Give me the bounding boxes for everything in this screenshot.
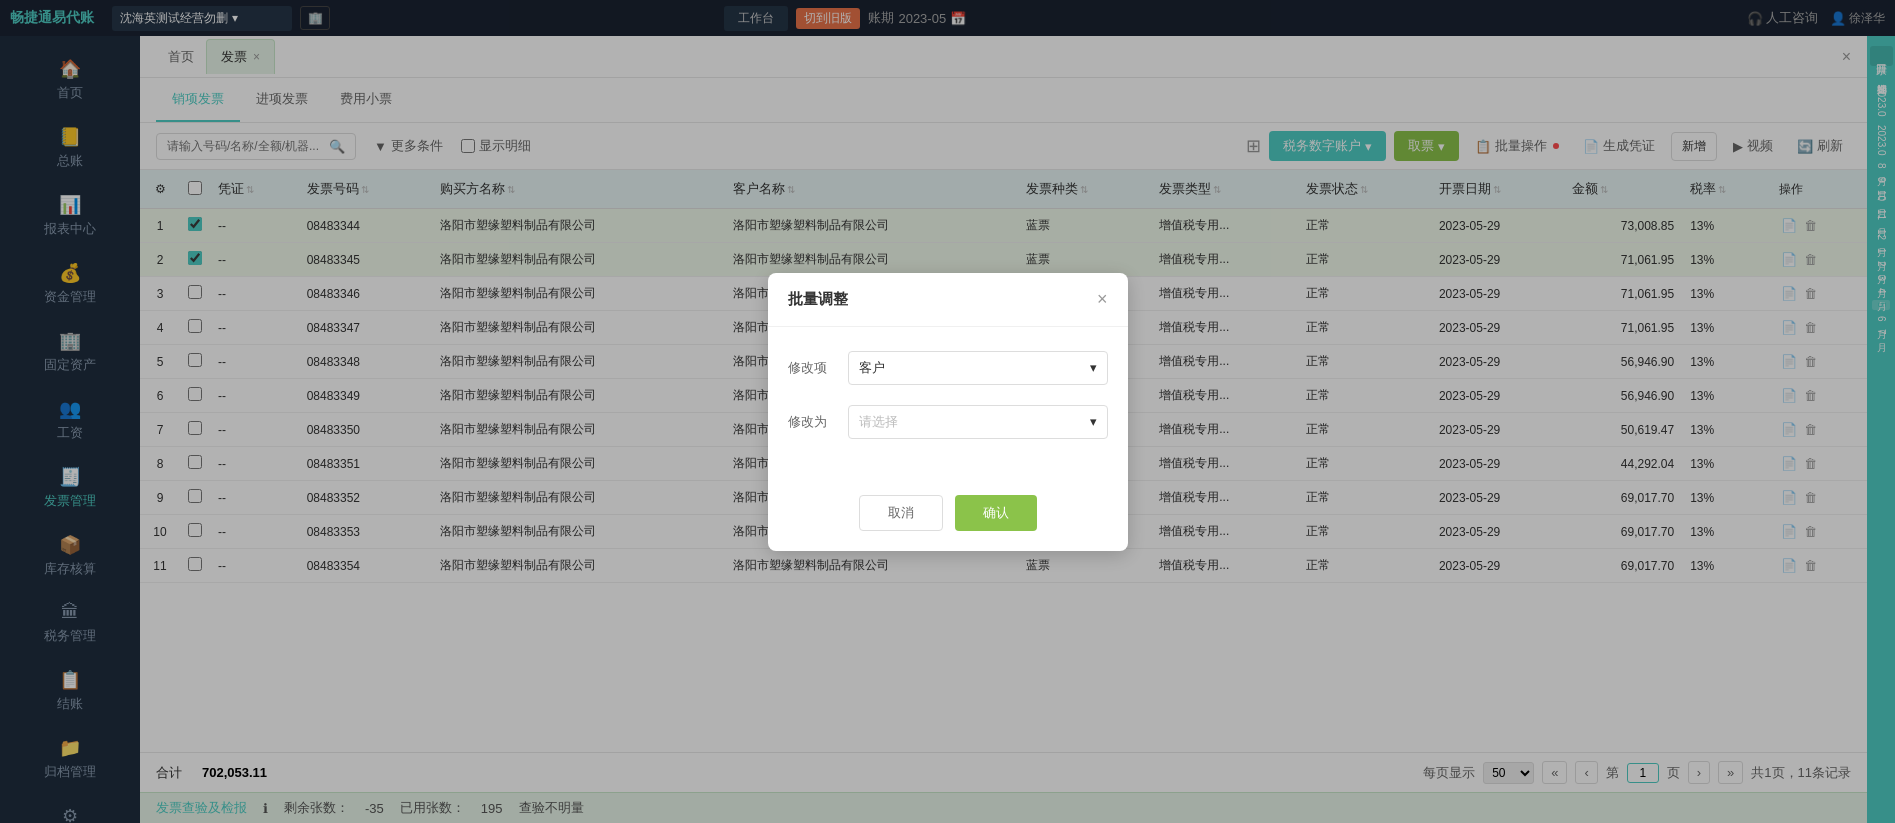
- modify-field-select[interactable]: 客户 ▾: [848, 351, 1108, 385]
- modal-header: 批量调整 ×: [768, 273, 1128, 327]
- modify-to-dropdown-icon: ▾: [1090, 414, 1097, 429]
- confirm-button[interactable]: 确认: [955, 495, 1037, 531]
- modal-close-button[interactable]: ×: [1097, 289, 1108, 310]
- modify-to-select[interactable]: 请选择 ▾: [848, 405, 1108, 439]
- modify-to-row: 修改为 请选择 ▾: [788, 405, 1108, 439]
- modify-field-row: 修改项 客户 ▾: [788, 351, 1108, 385]
- modify-field-dropdown-icon: ▾: [1090, 360, 1097, 375]
- modify-field-value: 客户: [859, 359, 885, 377]
- modal-footer: 取消 确认: [768, 483, 1128, 551]
- modal-title: 批量调整: [788, 290, 848, 309]
- modal-overlay[interactable]: 批量调整 × 修改项 客户 ▾ 修改为 请选择 ▾ 取消 确认: [0, 0, 1895, 823]
- modify-field-label: 修改项: [788, 359, 848, 377]
- batch-adjust-modal: 批量调整 × 修改项 客户 ▾ 修改为 请选择 ▾ 取消 确认: [768, 273, 1128, 551]
- cancel-button[interactable]: 取消: [859, 495, 943, 531]
- modify-to-placeholder: 请选择: [859, 413, 898, 431]
- modify-to-label: 修改为: [788, 413, 848, 431]
- modal-body: 修改项 客户 ▾ 修改为 请选择 ▾: [768, 327, 1128, 483]
